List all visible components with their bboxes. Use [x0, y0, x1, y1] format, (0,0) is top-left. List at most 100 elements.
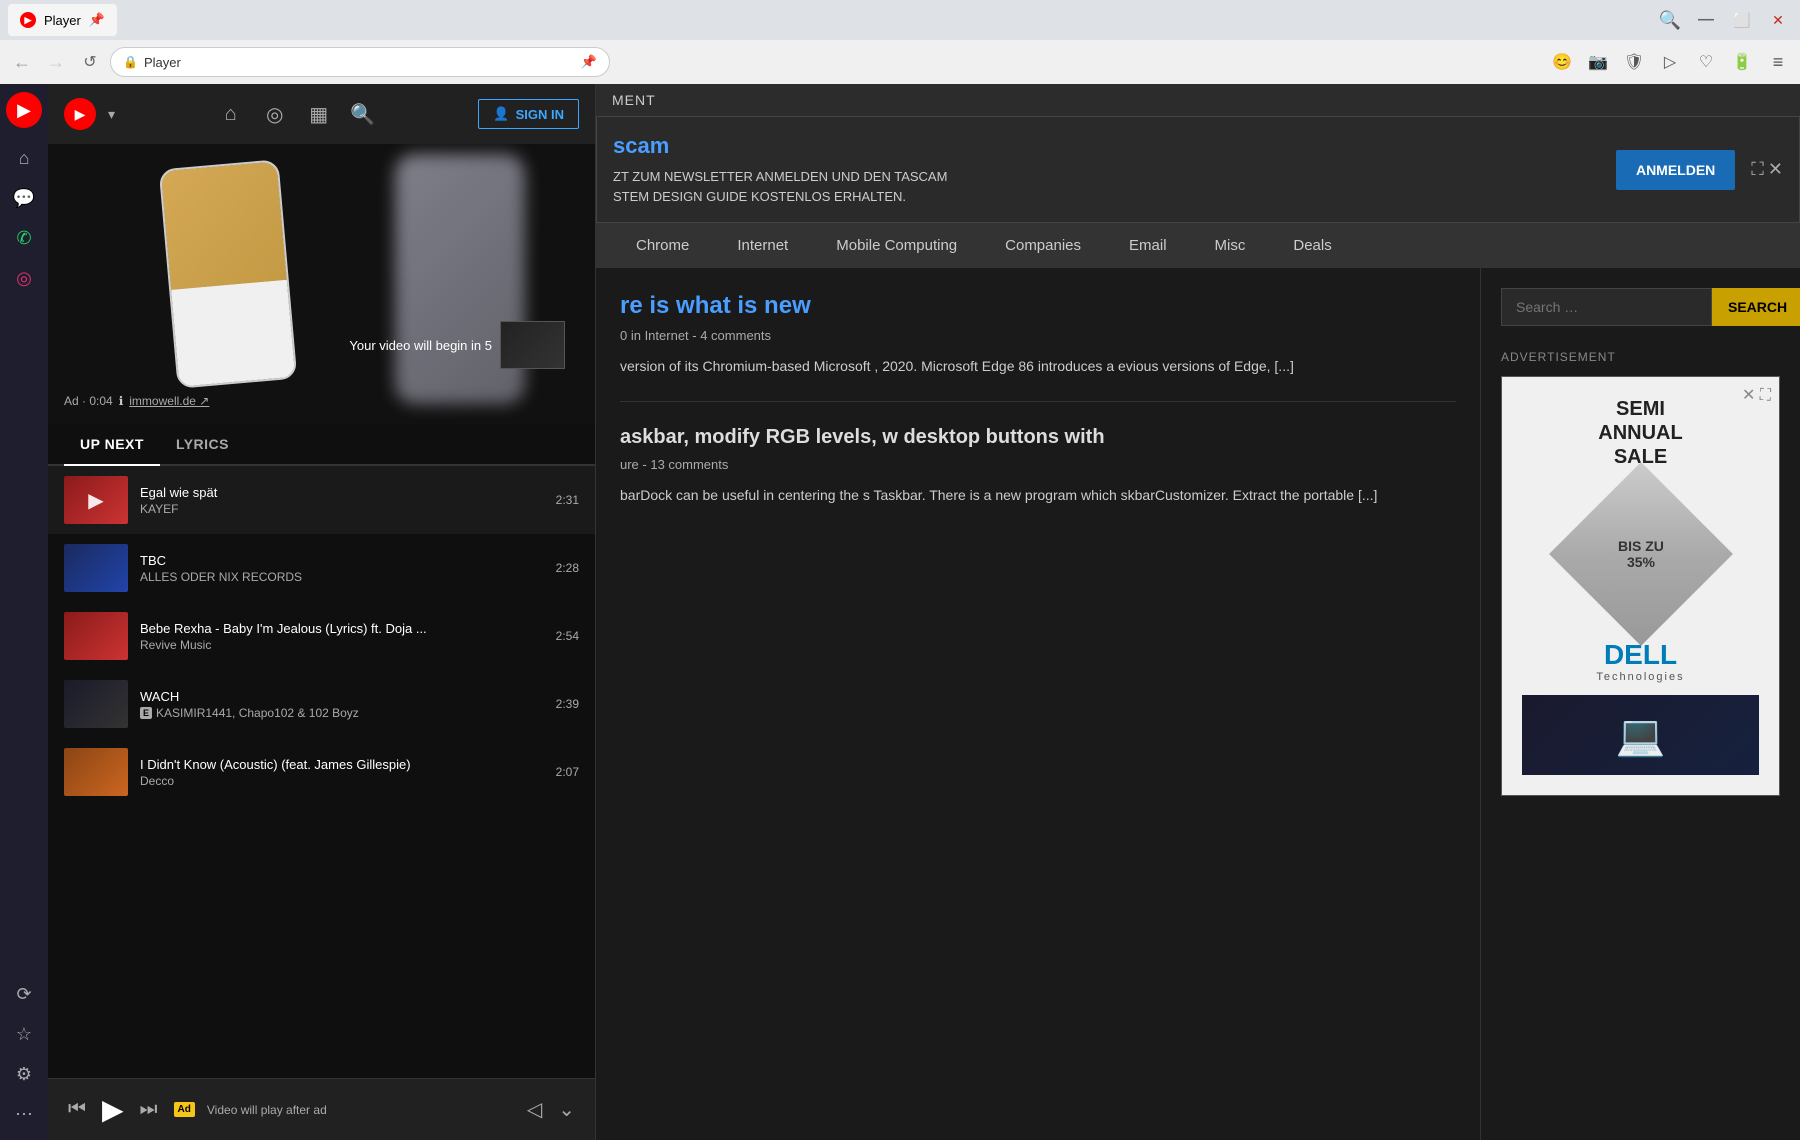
ad-expand-icon[interactable]: ⛶ — [1751, 159, 1764, 180]
advertisement-label: ADVERTISEMENT — [1501, 350, 1780, 364]
playlist-thumb-0: ▶ — [64, 476, 128, 524]
browser-window: ▶ Player 📌 🔍 — ⬜ ✕ ← → ↺ 🔒 Player 📌 😊 📷 … — [0, 0, 1800, 1140]
laptop-image: 💻 — [1522, 695, 1759, 775]
article-title-0[interactable]: re is what is new — [620, 292, 1456, 320]
playlist-duration-0: 2:31 — [556, 493, 579, 507]
explicit-badge: E — [140, 707, 152, 719]
list-item[interactable]: I Didn't Know (Acoustic) (feat. James Gi… — [48, 738, 595, 806]
messenger-sidebar-btn[interactable]: 💬 — [6, 180, 42, 216]
reload-button[interactable]: ↺ — [76, 48, 104, 76]
play-pause-button[interactable]: ▶ — [98, 1089, 128, 1130]
ad-banner-content: scam ZT ZUM NEWSLETTER ANMELDEN UND DEN … — [613, 133, 1600, 206]
search-input[interactable] — [1501, 288, 1712, 326]
articles-list: re is what is new 0 in Internet - 4 comm… — [596, 268, 1480, 1140]
forward-button[interactable]: → — [42, 48, 70, 76]
search-box-row: SEARCH — [1501, 288, 1780, 326]
address-input[interactable]: 🔒 Player 📌 — [110, 47, 610, 77]
heart-button[interactable]: ♡ — [1692, 48, 1720, 76]
list-item[interactable]: ▶ Egal wie spät KAYEF 2:31 — [48, 466, 595, 534]
battery-button[interactable]: 🔋 — [1728, 48, 1756, 76]
nav-deals[interactable]: Deals — [1269, 223, 1355, 268]
expand-button[interactable]: ⌄ — [554, 1093, 579, 1126]
dell-ad-close-icon[interactable]: ✕ ⛶ — [1742, 385, 1771, 405]
playlist-artist-3: E KASIMIR1441, Chapo102 & 102 Boyz — [140, 706, 544, 720]
tab-lyrics[interactable]: LYRICS — [160, 424, 245, 464]
youtube-nav: ▶ ▾ ⌂ ◎ ▦ 🔍 👤 SIGN IN — [48, 84, 595, 144]
youtube-icon: ▶ — [17, 100, 31, 121]
anmelden-button[interactable]: ANMELDEN — [1616, 150, 1735, 190]
playlist-artist-4: Decco — [140, 774, 544, 788]
favorites-sidebar-btn[interactable]: ☆ — [6, 1016, 42, 1052]
more-sidebar-btn[interactable]: ⋯ — [6, 1096, 42, 1132]
article-1: askbar, modify RGB levels, w desktop but… — [620, 426, 1456, 506]
maximize-button[interactable]: ⬜ — [1728, 6, 1756, 34]
playing-text: Video will play after ad — [207, 1103, 327, 1117]
search-icon-btn[interactable]: 🔍 — [1656, 6, 1684, 34]
playlist-duration-1: 2:28 — [556, 561, 579, 575]
star-icon: ☆ — [16, 1024, 32, 1045]
article-title-1[interactable]: askbar, modify RGB levels, w desktop but… — [620, 426, 1456, 449]
countdown-overlay: Your video will begin in 5 — [349, 321, 565, 369]
instagram-sidebar-btn[interactable]: ◎ — [6, 260, 42, 296]
home-sidebar-btn[interactable]: ⌂ — [6, 140, 42, 176]
sponsor-url[interactable]: immowell.de ↗ — [129, 394, 209, 408]
web-content: MENT scam ZT ZUM NEWSLETTER ANMELDEN UND… — [596, 84, 1800, 1140]
whatsapp-icon: ✆ — [16, 228, 31, 249]
list-item[interactable]: Bebe Rexha - Baby I'm Jealous (Lyrics) f… — [48, 602, 595, 670]
article-0: re is what is new 0 in Internet - 4 comm… — [620, 292, 1456, 377]
tab-pin-icon[interactable]: 📌 — [89, 12, 105, 28]
nav-mobile-computing[interactable]: Mobile Computing — [812, 223, 981, 268]
shield-button[interactable]: 🛡 — [1620, 48, 1648, 76]
search-section: SEARCH — [1501, 288, 1780, 326]
favicon: ▶ — [20, 12, 36, 28]
whatsapp-sidebar-btn[interactable]: ✆ — [6, 220, 42, 256]
emoji-button[interactable]: 😊 — [1548, 48, 1576, 76]
volume-button[interactable]: ◁ — [523, 1093, 546, 1126]
nav-misc[interactable]: Misc — [1191, 223, 1270, 268]
camera-button[interactable]: 📷 — [1584, 48, 1612, 76]
search-button[interactable]: SEARCH — [1712, 288, 1800, 326]
ad-banner: scam ZT ZUM NEWSLETTER ANMELDEN UND DEN … — [596, 116, 1800, 223]
ad-close-icon[interactable]: ✕ — [1768, 159, 1783, 180]
yt-library-icon[interactable]: ▦ — [301, 96, 337, 132]
youtube-dropdown[interactable]: ▾ — [108, 106, 115, 123]
phone-bottom — [171, 280, 295, 387]
playlist-title-0: Egal wie spät — [140, 485, 544, 500]
sign-in-button[interactable]: 👤 SIGN IN — [478, 99, 579, 129]
playlist-info-2: Bebe Rexha - Baby I'm Jealous (Lyrics) f… — [140, 621, 544, 652]
back-button[interactable]: ← — [8, 48, 36, 76]
up-next-tabs: UP NEXT LYRICS — [48, 424, 595, 466]
youtube-logo[interactable]: ▶ — [64, 98, 96, 130]
playlist-info-3: WACH E KASIMIR1441, Chapo102 & 102 Boyz — [140, 689, 544, 720]
history-sidebar-btn[interactable]: ⟳ — [6, 976, 42, 1012]
nav-chrome[interactable]: Chrome — [612, 223, 713, 268]
media-controls: ⏮ ▶ ⏭ Ad Video will play after ad ◁ ⌄ — [48, 1078, 595, 1140]
title-bar: ▶ Player 📌 🔍 — ⬜ ✕ — [0, 0, 1800, 40]
playlist-title-2: Bebe Rexha - Baby I'm Jealous (Lyrics) f… — [140, 621, 544, 636]
dell-ad: ✕ ⛶ SEMI ANNUAL SALE BIS ZU35% — [1501, 376, 1780, 796]
settings-sidebar-btn[interactable]: ⚙ — [6, 1056, 42, 1092]
yt-explore-icon[interactable]: ◎ — [257, 96, 293, 132]
list-item[interactable]: TBC ALLES ODER NIX RECORDS 2:28 — [48, 534, 595, 602]
nav-companies[interactable]: Companies — [981, 223, 1105, 268]
playlist-section: ▶ Egal wie spät KAYEF 2:31 TBC — [48, 466, 595, 1078]
prev-button[interactable]: ⏮ — [64, 1094, 90, 1125]
playlist-title-4: I Didn't Know (Acoustic) (feat. James Gi… — [140, 757, 544, 772]
tab-up-next[interactable]: UP NEXT — [64, 424, 160, 466]
nav-internet[interactable]: Internet — [713, 223, 812, 268]
video-player[interactable]: Your video will begin in 5 Ad · 0:04 ℹ i… — [48, 144, 595, 424]
youtube-sidebar-btn[interactable]: ▶ — [6, 92, 42, 128]
close-button[interactable]: ✕ — [1764, 6, 1792, 34]
minimize-button[interactable]: — — [1692, 6, 1720, 34]
menu-button[interactable]: ≡ — [1764, 48, 1792, 76]
yt-search-icon[interactable]: 🔍 — [345, 96, 381, 132]
playlist-title-3: WACH — [140, 689, 544, 704]
next-button[interactable]: ⏭ — [136, 1094, 162, 1125]
tab-favicon: ▶ Player 📌 — [8, 4, 117, 36]
play-button[interactable]: ▷ — [1656, 48, 1684, 76]
countdown-text: Your video will begin in 5 — [349, 338, 492, 353]
nav-email[interactable]: Email — [1105, 223, 1191, 268]
yt-home-icon[interactable]: ⌂ — [213, 96, 249, 132]
list-item[interactable]: WACH E KASIMIR1441, Chapo102 & 102 Boyz … — [48, 670, 595, 738]
phone-mockup — [159, 159, 298, 389]
